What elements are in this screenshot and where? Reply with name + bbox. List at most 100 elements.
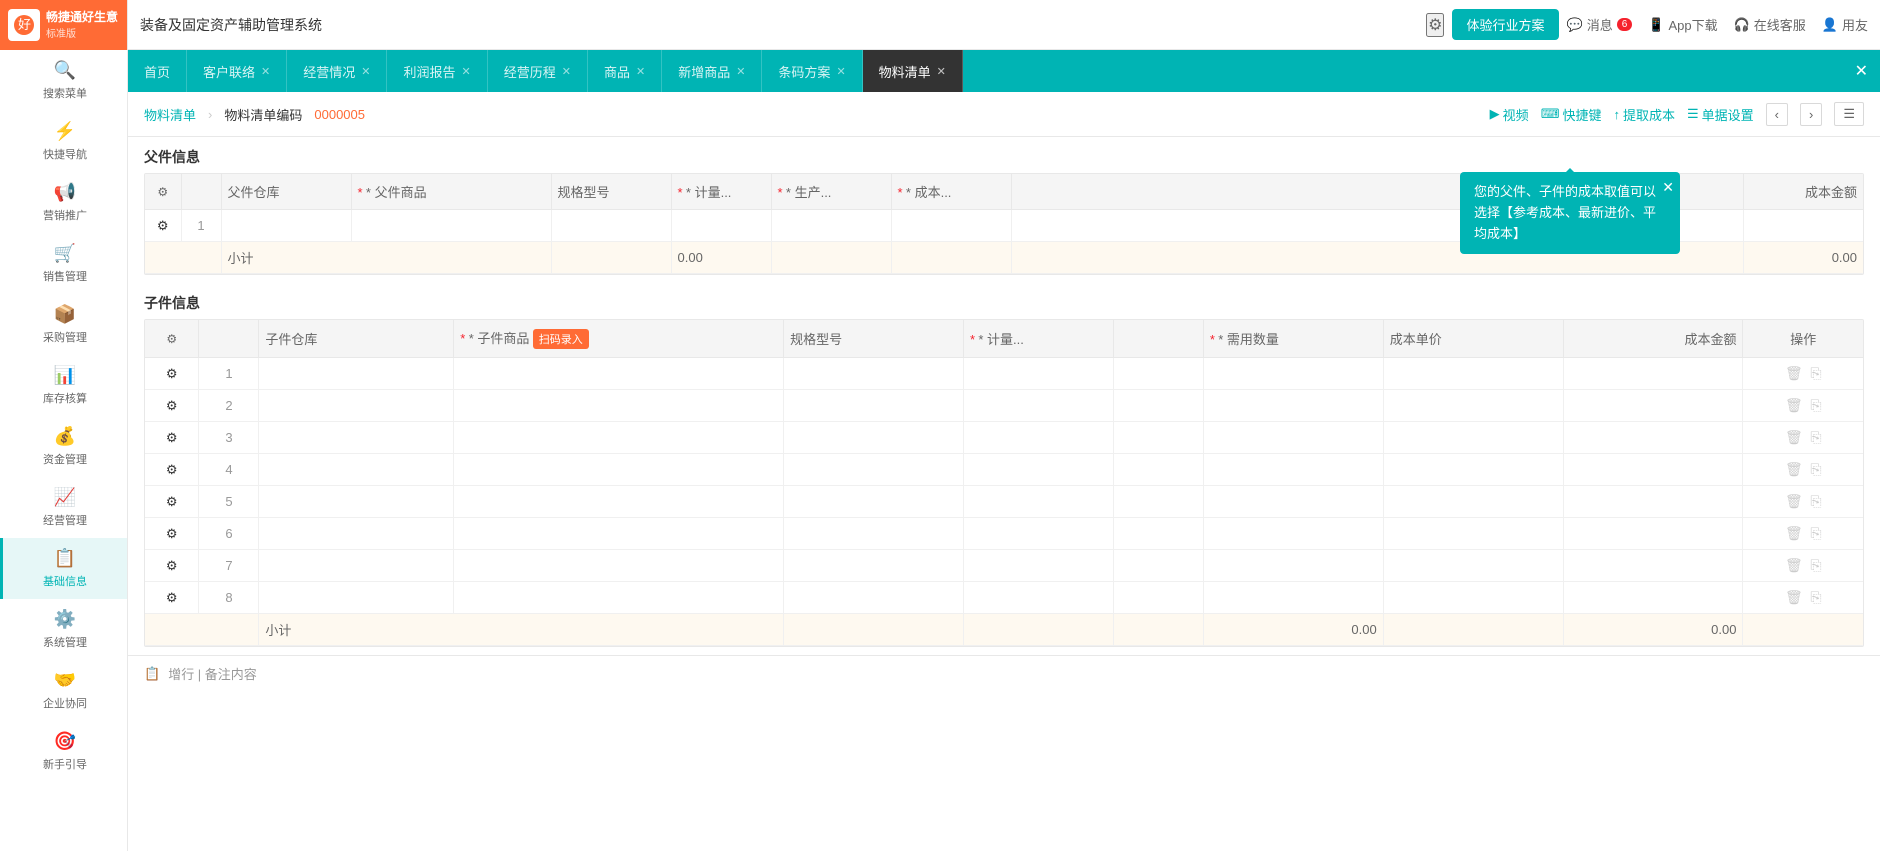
tab-barcode-close[interactable]: ✕: [836, 65, 845, 78]
child-row-qty-7[interactable]: [1203, 550, 1383, 582]
child-row-warehouse-6[interactable]: [259, 518, 454, 550]
sidebar-item-sales[interactable]: 🛒 销售管理: [0, 233, 127, 294]
child-row-spec-1[interactable]: [784, 358, 964, 390]
child-row-spec-2[interactable]: [784, 390, 964, 422]
child-row-product-1[interactable]: [454, 358, 784, 390]
tab-new-goods[interactable]: 新增商品 ✕: [662, 50, 762, 92]
tab-home[interactable]: 首页: [128, 50, 187, 92]
child-row-unit-5[interactable]: [963, 486, 1113, 518]
tab-goods[interactable]: 商品 ✕: [588, 50, 662, 92]
child-row-warehouse-7[interactable]: [259, 550, 454, 582]
child-row-spec-5[interactable]: [784, 486, 964, 518]
child-row-unit-2[interactable]: [963, 390, 1113, 422]
copy-icon-1[interactable]: ⎘: [1810, 365, 1821, 381]
parent-row-produce[interactable]: [771, 210, 891, 242]
tab-bom-close[interactable]: ✕: [937, 65, 946, 78]
child-row-spec-3[interactable]: [784, 422, 964, 454]
experience-plan-button[interactable]: 体验行业方案: [1452, 9, 1558, 40]
sidebar-item-search[interactable]: 🔍 搜索菜单: [0, 50, 127, 111]
child-row-spec-7[interactable]: [784, 550, 964, 582]
child-row-settings-3[interactable]: ⚙: [145, 422, 199, 454]
copy-icon-7[interactable]: ⎘: [1810, 557, 1821, 573]
tab-profit[interactable]: 利润报告 ✕: [387, 50, 487, 92]
child-row-settings-4[interactable]: ⚙: [145, 454, 199, 486]
sidebar-item-inventory[interactable]: 📊 库存核算: [0, 355, 127, 416]
tab-profit-close[interactable]: ✕: [462, 65, 471, 78]
child-row-settings-6[interactable]: ⚙: [145, 518, 199, 550]
child-row-product-3[interactable]: [454, 422, 784, 454]
child-row-product-8[interactable]: [454, 582, 784, 614]
copy-icon-8[interactable]: ⎘: [1810, 589, 1821, 605]
child-row-spec-4[interactable]: [784, 454, 964, 486]
child-row-settings-8[interactable]: ⚙: [145, 582, 199, 614]
child-row-product-4[interactable]: [454, 454, 784, 486]
child-row-unitcost-8[interactable]: [1383, 582, 1563, 614]
parent-row-warehouse[interactable]: [221, 210, 351, 242]
delete-icon-6[interactable]: 🗑: [1785, 525, 1803, 541]
copy-icon-4[interactable]: ⎘: [1810, 461, 1821, 477]
child-row-warehouse-1[interactable]: [259, 358, 454, 390]
delete-icon-5[interactable]: 🗑: [1785, 493, 1803, 509]
nav-close-all-button[interactable]: ✕: [1843, 61, 1880, 81]
delete-icon-1[interactable]: 🗑: [1785, 365, 1803, 381]
child-row-unit-4[interactable]: [963, 454, 1113, 486]
breadcrumb-parent[interactable]: 物料清单: [144, 105, 196, 124]
child-row-warehouse-3[interactable]: [259, 422, 454, 454]
child-row-qty-5[interactable]: [1203, 486, 1383, 518]
delete-icon-2[interactable]: 🗑: [1785, 397, 1803, 413]
delete-icon-7[interactable]: 🗑: [1785, 557, 1803, 573]
child-row-qty-8[interactable]: [1203, 582, 1383, 614]
sidebar-item-system[interactable]: ⚙️ 系统管理: [0, 599, 127, 660]
child-row-unitcost-6[interactable]: [1383, 518, 1563, 550]
sidebar-item-quicknav[interactable]: ⚡ 快捷导航: [0, 111, 127, 172]
delete-icon-3[interactable]: 🗑: [1785, 429, 1803, 445]
child-row-qty-1[interactable]: [1203, 358, 1383, 390]
child-row-settings-1[interactable]: ⚙: [145, 358, 199, 390]
tab-goods-close[interactable]: ✕: [636, 65, 645, 78]
child-row-product-6[interactable]: [454, 518, 784, 550]
page-prev-button[interactable]: ‹: [1766, 103, 1788, 126]
parent-row-spec[interactable]: [551, 210, 671, 242]
child-row-unitcost-3[interactable]: [1383, 422, 1563, 454]
view-toggle-button[interactable]: ☰: [1834, 102, 1864, 126]
online-service-button[interactable]: 🎧 在线客服: [1734, 15, 1806, 34]
copy-icon-6[interactable]: ⎘: [1810, 525, 1821, 541]
child-row-unit-8[interactable]: [963, 582, 1113, 614]
child-row-unitcost-5[interactable]: [1383, 486, 1563, 518]
sidebar-item-guide[interactable]: 🎯 新手引导: [0, 721, 127, 782]
child-row-spec-6[interactable]: [784, 518, 964, 550]
sidebar-item-operations[interactable]: 📈 经营管理: [0, 477, 127, 538]
child-row-product-5[interactable]: [454, 486, 784, 518]
sidebar-item-purchase[interactable]: 📦 采购管理: [0, 294, 127, 355]
view-video-button[interactable]: ▶ 视频: [1490, 105, 1529, 124]
parent-row-settings[interactable]: ⚙: [145, 210, 181, 242]
copy-icon-3[interactable]: ⎘: [1810, 429, 1821, 445]
tooltip-close-button[interactable]: ✕: [1662, 176, 1674, 198]
parent-row-product[interactable]: [351, 210, 551, 242]
sidebar-item-enterprise[interactable]: 🤝 企业协同: [0, 660, 127, 721]
tab-history[interactable]: 经营历程 ✕: [488, 50, 588, 92]
child-row-qty-6[interactable]: [1203, 518, 1383, 550]
child-row-qty-3[interactable]: [1203, 422, 1383, 454]
copy-icon-2[interactable]: ⎘: [1810, 397, 1821, 413]
parent-row-unit[interactable]: [671, 210, 771, 242]
shortcut-button[interactable]: ⌨ 快捷键: [1541, 105, 1602, 124]
tab-new-goods-close[interactable]: ✕: [736, 65, 745, 78]
child-row-warehouse-5[interactable]: [259, 486, 454, 518]
child-row-warehouse-2[interactable]: [259, 390, 454, 422]
tab-operations-close[interactable]: ✕: [361, 65, 370, 78]
copy-icon-5[interactable]: ⎘: [1810, 493, 1821, 509]
child-row-unit-7[interactable]: [963, 550, 1113, 582]
child-row-unit-1[interactable]: [963, 358, 1113, 390]
child-row-warehouse-8[interactable]: [259, 582, 454, 614]
child-row-unit-6[interactable]: [963, 518, 1113, 550]
child-row-settings-5[interactable]: ⚙: [145, 486, 199, 518]
scan-button[interactable]: 扫码录入: [533, 329, 589, 349]
settings-gear-button[interactable]: ⚙: [1426, 13, 1444, 37]
child-row-qty-4[interactable]: [1203, 454, 1383, 486]
delete-icon-8[interactable]: 🗑: [1785, 589, 1803, 605]
tab-barcode[interactable]: 条码方案 ✕: [762, 50, 862, 92]
child-row-unitcost-7[interactable]: [1383, 550, 1563, 582]
child-row-unitcost-1[interactable]: [1383, 358, 1563, 390]
child-row-unit-3[interactable]: [963, 422, 1113, 454]
